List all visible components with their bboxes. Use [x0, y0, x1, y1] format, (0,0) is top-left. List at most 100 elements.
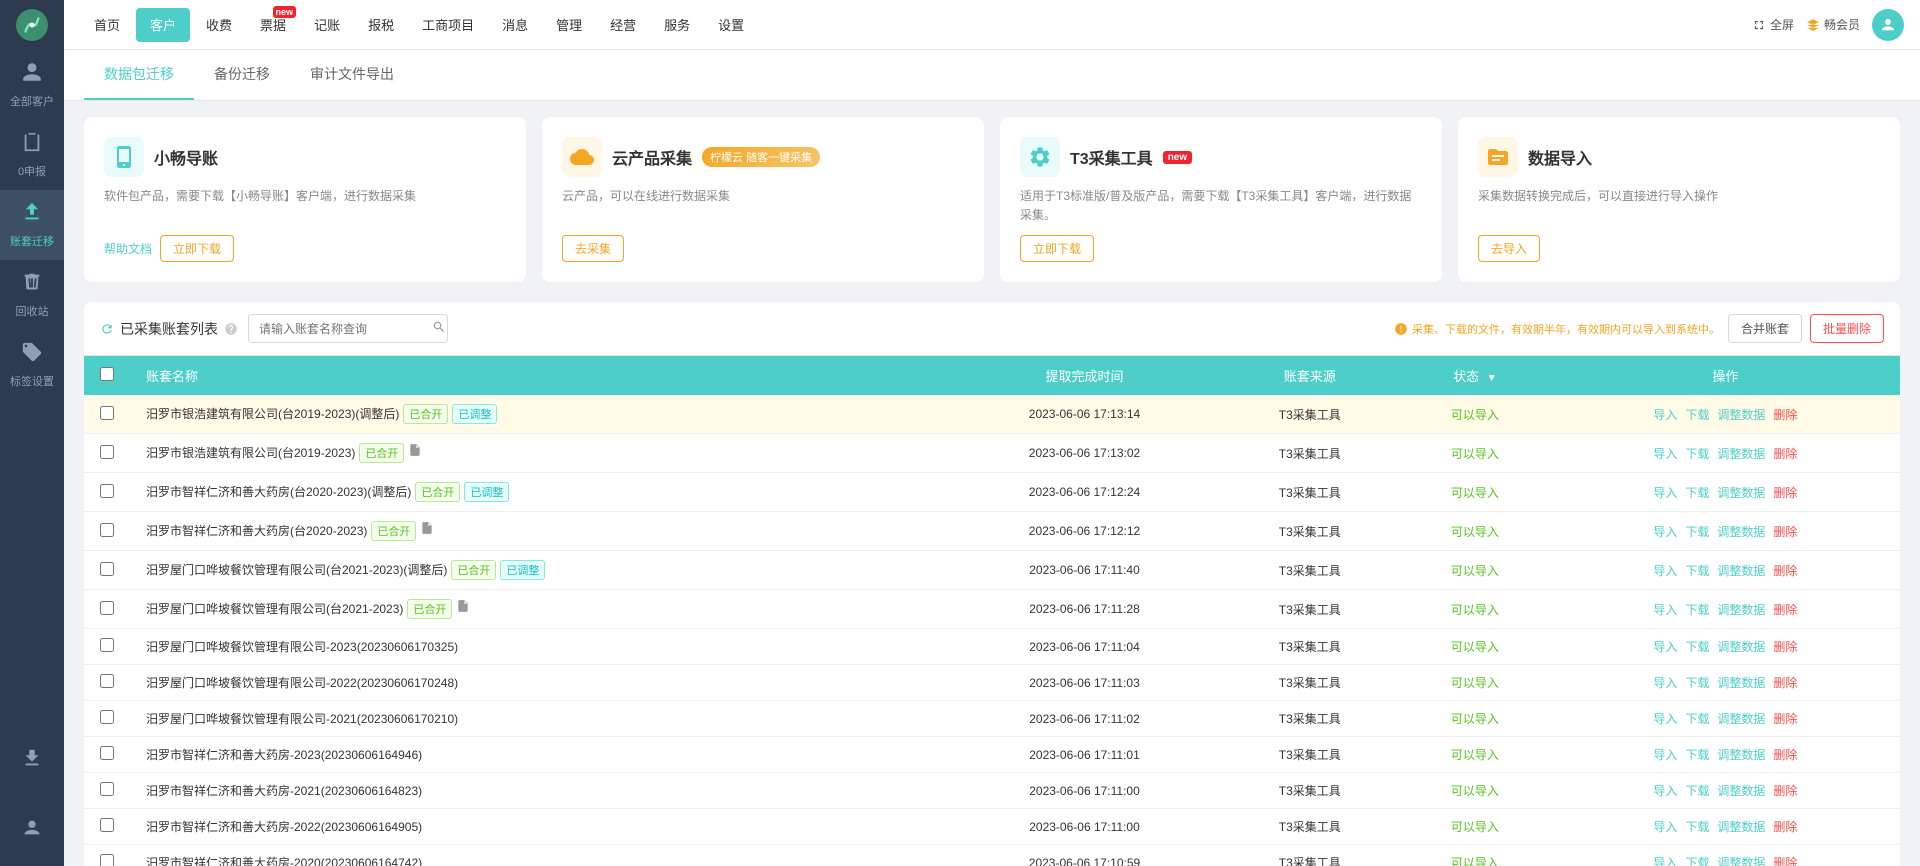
row-op-调整数据[interactable]: 调整数据 [1717, 820, 1765, 834]
select-all-checkbox[interactable] [100, 367, 114, 381]
download-t3-btn[interactable]: 立即下载 [1020, 235, 1094, 262]
topnav-management[interactable]: 管理 [542, 0, 596, 50]
go-import-btn[interactable]: 去导入 [1478, 235, 1540, 262]
row-op-导入[interactable]: 导入 [1653, 676, 1677, 690]
row-op-删除[interactable]: 删除 [1773, 640, 1797, 654]
row-op-删除[interactable]: 删除 [1773, 712, 1797, 726]
row-op-调整数据[interactable]: 调整数据 [1717, 408, 1765, 422]
row-op-删除[interactable]: 删除 [1773, 564, 1797, 578]
topnav-client[interactable]: 客户 [136, 8, 190, 42]
row-op-导入[interactable]: 导入 [1653, 820, 1677, 834]
search-input[interactable] [249, 317, 424, 341]
row-op-导入[interactable]: 导入 [1653, 564, 1677, 578]
row-op-调整数据[interactable]: 调整数据 [1717, 748, 1765, 762]
topnav-service[interactable]: 服务 [650, 0, 704, 50]
member-btn[interactable]: 畅会员 [1806, 16, 1860, 33]
sidebar-item-all-clients[interactable]: 全部客户 [0, 50, 64, 120]
sidebar-item-download[interactable] [0, 726, 64, 796]
tab-audit-export[interactable]: 审计文件导出 [290, 50, 414, 100]
row-checkbox[interactable] [100, 710, 114, 724]
row-op-导入[interactable]: 导入 [1653, 748, 1677, 762]
row-checkbox[interactable] [100, 445, 114, 459]
row-op-下载[interactable]: 下载 [1685, 408, 1709, 422]
row-checkbox[interactable] [100, 523, 114, 537]
row-op-导入[interactable]: 导入 [1653, 525, 1677, 539]
row-op-调整数据[interactable]: 调整数据 [1717, 784, 1765, 798]
row-op-调整数据[interactable]: 调整数据 [1717, 676, 1765, 690]
row-op-删除[interactable]: 删除 [1773, 820, 1797, 834]
row-op-删除[interactable]: 删除 [1773, 486, 1797, 500]
row-op-删除[interactable]: 删除 [1773, 525, 1797, 539]
row-op-导入[interactable]: 导入 [1653, 486, 1677, 500]
row-op-删除[interactable]: 删除 [1773, 408, 1797, 422]
topnav-message[interactable]: 消息 [488, 0, 542, 50]
merge-btn[interactable]: 合并账套 [1728, 314, 1802, 343]
row-op-下载[interactable]: 下载 [1685, 640, 1709, 654]
row-op-下载[interactable]: 下载 [1685, 820, 1709, 834]
sidebar-item-account-migration[interactable]: 账套迁移 [0, 190, 64, 260]
row-op-导入[interactable]: 导入 [1653, 856, 1677, 866]
topnav-operation[interactable]: 经营 [596, 0, 650, 50]
row-op-导入[interactable]: 导入 [1653, 603, 1677, 617]
sidebar-item-zero-report[interactable]: 0申报 [0, 120, 64, 190]
search-button[interactable] [424, 315, 448, 342]
row-op-下载[interactable]: 下载 [1685, 784, 1709, 798]
row-checkbox[interactable] [100, 746, 114, 760]
row-op-下载[interactable]: 下载 [1685, 447, 1709, 461]
sidebar-item-tag-settings[interactable]: 标签设置 [0, 330, 64, 400]
row-op-下载[interactable]: 下载 [1685, 712, 1709, 726]
row-checkbox[interactable] [100, 406, 114, 420]
row-checkbox[interactable] [100, 782, 114, 796]
sidebar-item-recycle[interactable]: 回收站 [0, 260, 64, 330]
row-op-导入[interactable]: 导入 [1653, 712, 1677, 726]
row-op-删除[interactable]: 删除 [1773, 856, 1797, 866]
row-op-下载[interactable]: 下载 [1685, 856, 1709, 866]
row-checkbox[interactable] [100, 854, 114, 866]
row-op-下载[interactable]: 下载 [1685, 525, 1709, 539]
row-op-导入[interactable]: 导入 [1653, 640, 1677, 654]
row-op-调整数据[interactable]: 调整数据 [1717, 603, 1765, 617]
row-op-删除[interactable]: 删除 [1773, 676, 1797, 690]
fullscreen-btn[interactable]: 全屏 [1752, 16, 1794, 33]
topnav-home[interactable]: 首页 [80, 0, 134, 50]
help-doc-link[interactable]: 帮助文档 [104, 240, 152, 257]
row-op-删除[interactable]: 删除 [1773, 447, 1797, 461]
row-op-导入[interactable]: 导入 [1653, 784, 1677, 798]
topnav-invoice[interactable]: 票据 new [246, 0, 300, 50]
row-op-调整数据[interactable]: 调整数据 [1717, 856, 1765, 866]
row-checkbox[interactable] [100, 601, 114, 615]
row-op-导入[interactable]: 导入 [1653, 408, 1677, 422]
row-op-下载[interactable]: 下载 [1685, 748, 1709, 762]
row-op-删除[interactable]: 删除 [1773, 748, 1797, 762]
row-op-调整数据[interactable]: 调整数据 [1717, 564, 1765, 578]
row-op-下载[interactable]: 下载 [1685, 486, 1709, 500]
row-checkbox[interactable] [100, 484, 114, 498]
row-checkbox[interactable] [100, 638, 114, 652]
row-checkbox[interactable] [100, 818, 114, 832]
row-op-调整数据[interactable]: 调整数据 [1717, 486, 1765, 500]
row-checkbox[interactable] [100, 674, 114, 688]
row-op-下载[interactable]: 下载 [1685, 603, 1709, 617]
row-op-导入[interactable]: 导入 [1653, 447, 1677, 461]
download-now-btn[interactable]: 立即下载 [160, 235, 234, 262]
row-op-调整数据[interactable]: 调整数据 [1717, 447, 1765, 461]
batch-delete-btn[interactable]: 批量删除 [1810, 314, 1884, 343]
row-checkbox[interactable] [100, 562, 114, 576]
topnav-settings[interactable]: 设置 [704, 0, 758, 50]
user-avatar[interactable] [1872, 9, 1904, 41]
row-op-下载[interactable]: 下载 [1685, 676, 1709, 690]
row-op-删除[interactable]: 删除 [1773, 603, 1797, 617]
row-op-调整数据[interactable]: 调整数据 [1717, 712, 1765, 726]
topnav-payment[interactable]: 收费 [192, 0, 246, 50]
row-op-调整数据[interactable]: 调整数据 [1717, 640, 1765, 654]
topnav-tax[interactable]: 报税 [354, 0, 408, 50]
topnav-industrial[interactable]: 工商项目 [408, 0, 488, 50]
topnav-bookkeeping[interactable]: 记账 [300, 0, 354, 50]
tab-data-migration[interactable]: 数据包迁移 [84, 50, 194, 100]
sidebar-item-user-profile[interactable] [0, 796, 64, 866]
row-op-删除[interactable]: 删除 [1773, 784, 1797, 798]
row-op-下载[interactable]: 下载 [1685, 564, 1709, 578]
tab-backup-migration[interactable]: 备份迁移 [194, 50, 290, 100]
row-op-调整数据[interactable]: 调整数据 [1717, 525, 1765, 539]
go-collect-btn[interactable]: 去采集 [562, 235, 624, 262]
